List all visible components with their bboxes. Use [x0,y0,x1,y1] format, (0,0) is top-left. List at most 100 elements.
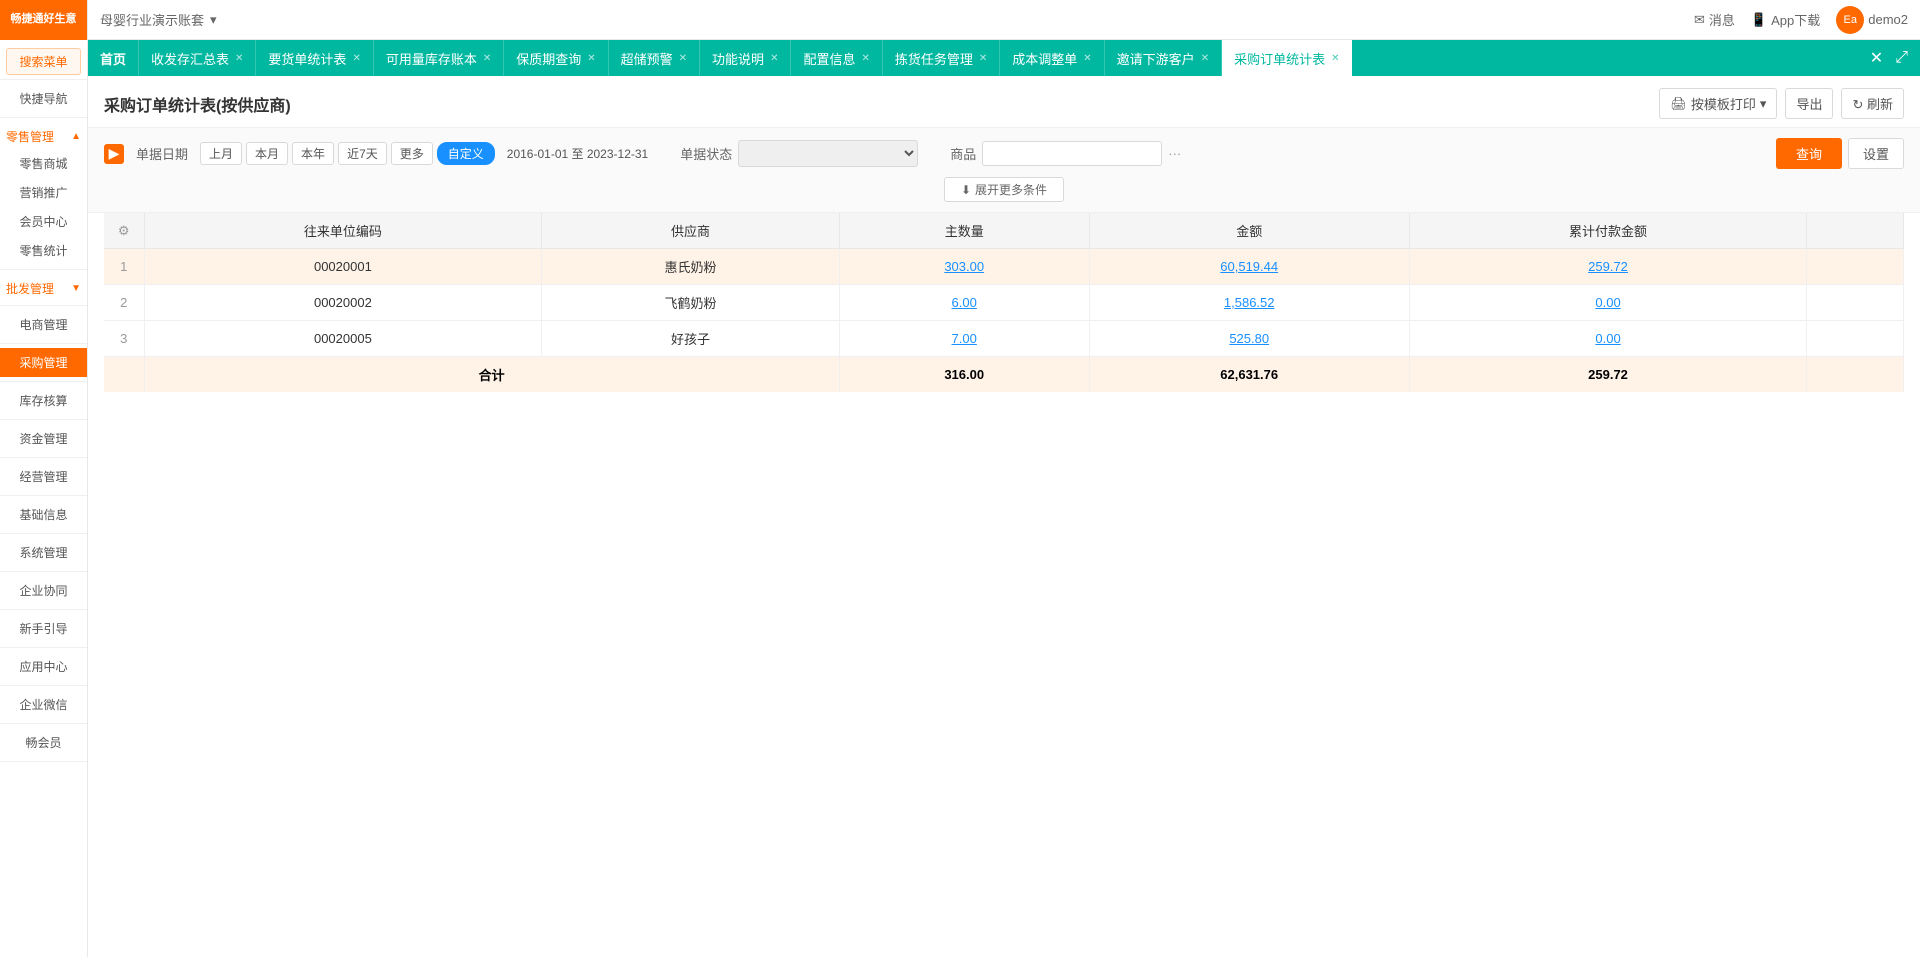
expand-tab-icon[interactable]: ⤢ [1891,49,1912,67]
row-num: 3 [104,321,144,357]
tab-picking-task[interactable]: 拣货任务管理 ✕ [883,40,1000,76]
sidebar-item-basic[interactable]: 基础信息 [6,500,81,529]
avatar: Ea [1836,6,1864,34]
tab-config-info-close-icon[interactable]: ✕ [861,53,869,64]
date-btn-7days[interactable]: 近7天 [338,142,387,165]
user-name: demo2 [1868,12,1908,27]
sidebar: 畅捷通好生意 搜索菜单 快捷导航 零售管理 ▲ 零售商城 营销推广 会员中心 零… [0,0,88,957]
member-section: 畅会员 [0,724,87,762]
row-extra [1807,321,1904,357]
wechat-section: 企业微信 [0,686,87,724]
tab-home-label: 首页 [100,49,126,68]
goods-more-icon[interactable]: ··· [1168,146,1181,161]
refresh-label: 刷新 [1867,97,1893,112]
sidebar-item-inventory[interactable]: 库存核算 [6,386,81,415]
column-settings-icon[interactable]: ⚙ [118,223,130,238]
tab-receive-summary-close-icon[interactable]: ✕ [235,53,243,64]
date-btn-this-year[interactable]: 本年 [292,142,334,165]
tab-picking-task-close-icon[interactable]: ✕ [979,53,987,64]
template-print-button[interactable]: 🖨 按模板打印 ▾ [1659,88,1777,119]
sidebar-item-appstore[interactable]: 应用中心 [6,652,81,681]
sidebar-item-wechat[interactable]: 企业微信 [6,690,81,719]
sidebar-item-finance[interactable]: 资金管理 [6,424,81,453]
paid-link[interactable]: 0.00 [1409,285,1807,321]
paid-link[interactable]: 259.72 [1409,249,1807,285]
sidebar-label-retail[interactable]: 零售管理 ▲ [6,122,81,149]
sidebar-item-enterprise[interactable]: 企业协同 [6,576,81,605]
finance-section: 资金管理 [0,420,87,458]
sidebar-item-purchase[interactable]: 采购管理 [0,348,87,377]
tab-cost-adjust[interactable]: 成本调整单 ✕ [1000,40,1104,76]
sidebar-item-member-center[interactable]: 会员中心 [6,207,81,236]
date-btn-last-month[interactable]: 上月 [200,142,242,165]
main-area: 母婴行业演示账套 ▾ ✉ 消息 📱 App下载 Ea demo2 首页 收发存汇… [88,0,1920,957]
table-row: 3 00020005 好孩子 7.00 525.80 0.00 [104,321,1904,357]
filter-row-main: ▶ 单据日期 上月 本月 本年 近7天 更多 自定义 2016-01-01 至 … [104,138,1904,169]
appstore-section: 应用中心 [0,648,87,686]
unit-code: 00020002 [144,285,542,321]
sidebar-item-member[interactable]: 畅会员 [6,728,81,757]
tab-function-desc[interactable]: 功能说明 ✕ [700,40,791,76]
tab-overstock-alert-close-icon[interactable]: ✕ [679,53,687,64]
sidebar-item-ecommerce[interactable]: 电商管理 [6,310,81,339]
tab-order-stats-close-icon[interactable]: ✕ [352,53,360,64]
supplier-name: 飞鹤奶粉 [542,285,839,321]
date-btn-more[interactable]: 更多 [391,142,433,165]
tab-receive-summary[interactable]: 收发存汇总表 ✕ [139,40,256,76]
filter-toggle-button[interactable]: ▶ [104,144,124,164]
goods-input[interactable] [982,141,1162,166]
ecommerce-section: 电商管理 [0,306,87,344]
sidebar-item-system[interactable]: 系统管理 [6,538,81,567]
sidebar-item-operations[interactable]: 经营管理 [6,462,81,491]
tab-function-desc-close-icon[interactable]: ✕ [770,53,778,64]
tab-config-info[interactable]: 配置信息 ✕ [791,40,882,76]
tab-expiry-query-close-icon[interactable]: ✕ [587,53,595,64]
paid-link[interactable]: 0.00 [1409,321,1807,357]
search-menu-button[interactable]: 搜索菜单 [6,48,81,75]
sidebar-item-quick-nav[interactable]: 快捷导航 [6,84,81,113]
tab-available-stock-close-icon[interactable]: ✕ [483,53,491,64]
sidebar-item-marketing[interactable]: 营销推广 [6,178,81,207]
table-area: ⚙ 往来单位编码 供应商 主数量 金额 累计付款金额 1 00020001 [88,213,1920,957]
qty-link[interactable]: 6.00 [839,285,1089,321]
tab-expiry-query[interactable]: 保质期查询 ✕ [504,40,608,76]
expand-more-button[interactable]: ⬇ 展开更多条件 [944,177,1064,202]
tab-invite-downstream-close-icon[interactable]: ✕ [1201,53,1209,64]
search-button[interactable]: 查询 [1776,138,1842,169]
col-settings: ⚙ [104,213,144,249]
message-button[interactable]: ✉ 消息 [1694,10,1735,29]
sidebar-label-wholesale[interactable]: 批发管理 ▼ [6,274,81,301]
close-tab-icon[interactable]: ✕ [1866,48,1887,68]
date-btn-custom[interactable]: 自定义 [437,142,495,165]
page-title: 采购订单统计表(按供应商) [104,92,291,116]
amount-link[interactable]: 1,586.52 [1089,285,1409,321]
tab-cost-adjust-close-icon[interactable]: ✕ [1083,53,1091,64]
sidebar-item-retail-stats[interactable]: 零售统计 [6,236,81,265]
status-select[interactable] [738,140,918,167]
message-icon: ✉ [1694,12,1705,28]
export-button[interactable]: 导出 [1785,88,1833,119]
amount-link[interactable]: 525.80 [1089,321,1409,357]
qty-link[interactable]: 303.00 [839,249,1089,285]
sidebar-item-newbie[interactable]: 新手引导 [6,614,81,643]
purchase-stats-table: ⚙ 往来单位编码 供应商 主数量 金额 累计付款金额 1 00020001 [104,213,1904,392]
tab-overstock-alert[interactable]: 超储预警 ✕ [609,40,700,76]
refresh-button[interactable]: ↻ 刷新 [1841,88,1904,119]
app-download-button[interactable]: 📱 App下载 [1751,10,1820,29]
tab-home[interactable]: 首页 [88,40,139,76]
amount-link[interactable]: 60,519.44 [1089,249,1409,285]
workspace-dropdown-icon: ▾ [210,12,217,28]
tab-order-stats[interactable]: 要货单统计表 ✕ [256,40,373,76]
tab-available-stock[interactable]: 可用量库存账本 ✕ [374,40,504,76]
row-num: 2 [104,285,144,321]
user-profile-button[interactable]: Ea demo2 [1836,6,1908,34]
settings-button[interactable]: 设置 [1848,138,1904,169]
footer-amount: 62,631.76 [1089,357,1409,393]
workspace-selector[interactable]: 母婴行业演示账套 ▾ [100,10,1694,29]
sidebar-item-retail-shop[interactable]: 零售商城 [6,149,81,178]
tab-invite-downstream[interactable]: 邀请下游客户 ✕ [1105,40,1222,76]
qty-link[interactable]: 7.00 [839,321,1089,357]
tab-purchase-stats[interactable]: 采购订单统计表 ✕ [1222,40,1352,76]
tab-purchase-stats-close-icon[interactable]: ✕ [1331,53,1339,64]
date-btn-this-month[interactable]: 本月 [246,142,288,165]
